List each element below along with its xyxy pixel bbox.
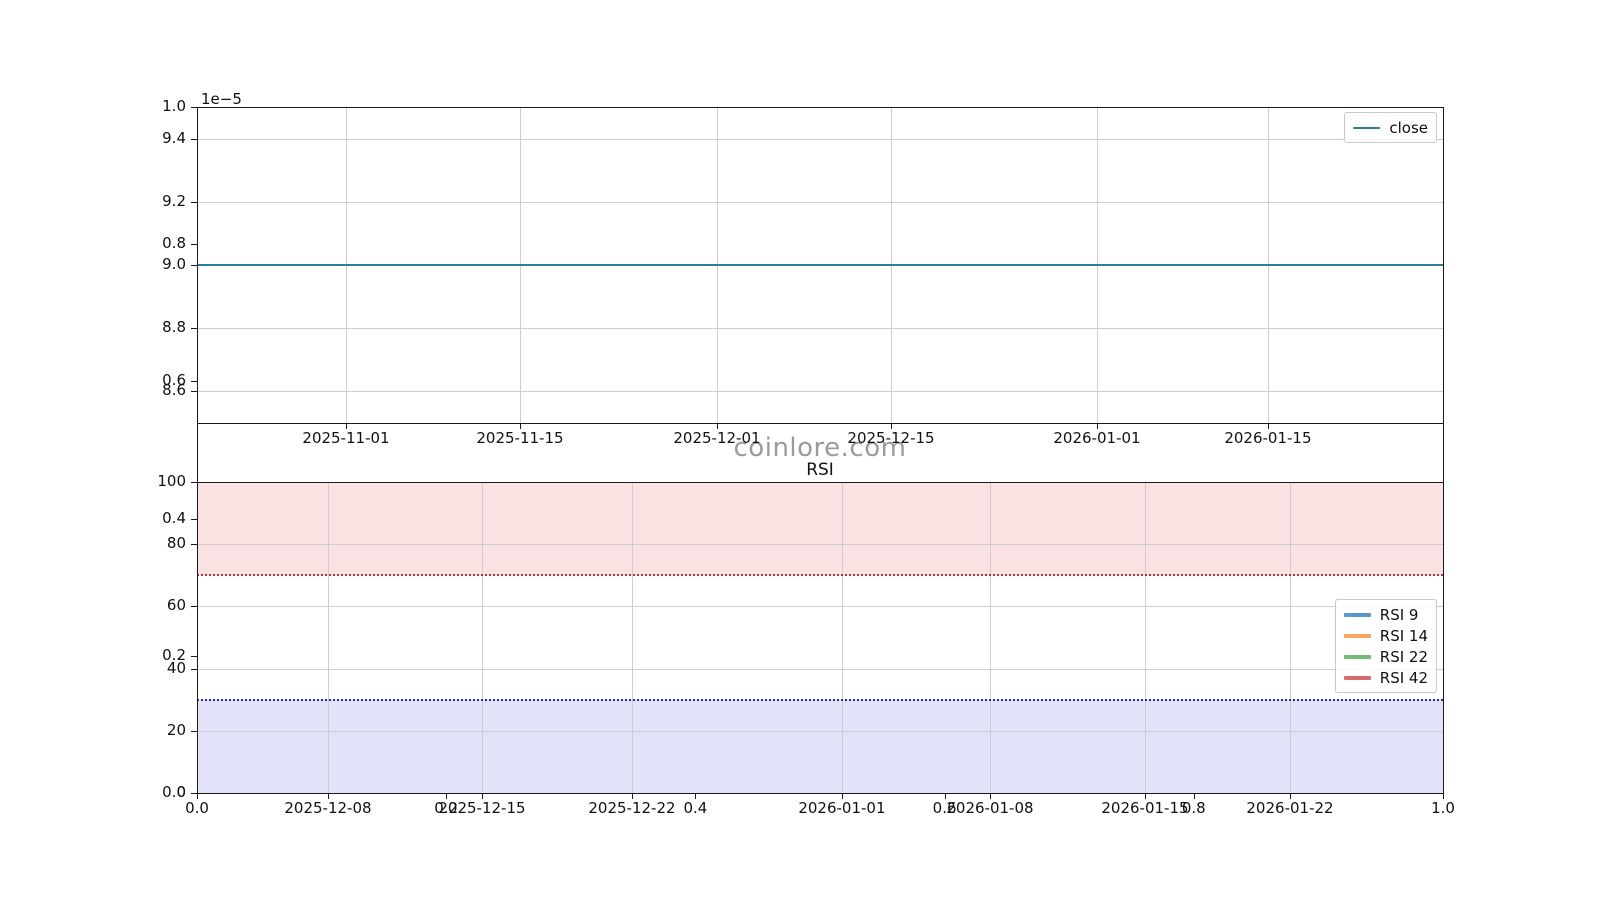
legend-item: close	[1353, 117, 1428, 138]
y-tick-mark	[191, 201, 197, 203]
y-tick-mark	[191, 391, 197, 393]
oversold-zone	[197, 699, 1443, 793]
overlay-y-tick-label: 0.0	[162, 783, 186, 801]
price-x-tick-label: 2025-11-01	[302, 429, 390, 447]
h-gridline	[197, 328, 1443, 330]
price-x-tick-label: 2025-11-15	[476, 429, 564, 447]
price-legend: close	[1344, 112, 1437, 143]
rsi-y-tick-label: 60	[166, 596, 186, 615]
series-line-close	[197, 264, 1443, 266]
price-x-tick-label: 2025-12-15	[847, 429, 935, 447]
overlay-y-tick-label: 0.2	[162, 645, 186, 664]
y-tick-mark	[191, 518, 197, 520]
price-y-tick-label: 9.4	[162, 128, 186, 147]
price-y-tick-label: 9.0	[162, 255, 186, 273]
y-tick-mark	[191, 244, 197, 246]
price-x-tick-label: 2026-01-01	[1053, 429, 1141, 447]
y-tick-mark	[191, 328, 197, 330]
h-gridline	[197, 793, 1443, 794]
h-gridline	[197, 730, 1443, 732]
v-gridline	[481, 482, 483, 793]
overlay-y-tick-label: 0.8	[162, 234, 186, 253]
rsi-x-tick-label: 2025-12-22	[588, 799, 676, 817]
y-tick-mark	[191, 655, 197, 657]
h-gridline	[197, 606, 1443, 608]
overlay-x-tick-label: 0.4	[683, 799, 708, 817]
y-tick-mark	[191, 482, 197, 483]
h-gridline	[197, 391, 1443, 393]
legend-line-swatch	[1343, 675, 1371, 680]
legend-label: RSI 42	[1379, 668, 1428, 687]
h-gridline	[197, 482, 1443, 483]
v-gridline	[841, 482, 843, 793]
overlay-x-tick-label: 0.8	[1181, 799, 1206, 817]
rsi-x-tick-label: 2026-01-01	[798, 799, 886, 817]
y-tick-mark	[191, 730, 197, 732]
legend-line-swatch	[1343, 612, 1371, 617]
h-gridline	[197, 201, 1443, 203]
v-gridline	[631, 482, 633, 793]
v-gridline	[327, 482, 329, 793]
legend-label: RSI 14	[1379, 626, 1428, 645]
rsi-legend: RSI 9 RSI 14 RSI 22 RSI 42	[1334, 599, 1437, 693]
price-y-tick-label: 8.8	[162, 318, 186, 337]
chart-root: 9.4 9.2 9.0 8.8 8.6 2025-11-01 2025-11-15 2025-…	[0, 0, 1600, 900]
rsi-y-tick-label: 100	[157, 472, 186, 490]
overlay-x-tick-label: 0.2	[434, 799, 459, 817]
rsi-y-tick-label: 20	[166, 720, 186, 739]
threshold-line-30	[197, 698, 1443, 701]
legend-label: RSI 9	[1379, 605, 1419, 624]
legend-item: RSI 14	[1343, 625, 1428, 646]
y-tick-mark	[191, 138, 197, 140]
y-tick-mark	[191, 668, 197, 670]
y-tick-mark	[191, 107, 197, 108]
overlay-x-tick-label: 1.0	[1431, 799, 1455, 817]
price-y-tick-label: 9.2	[162, 191, 186, 210]
h-gridline	[197, 668, 1443, 670]
v-gridline	[989, 482, 991, 793]
overlay-axes-frame	[197, 107, 1444, 794]
legend-line-swatch	[1343, 633, 1371, 638]
rsi-x-tick-label: 2026-01-22	[1246, 799, 1334, 817]
legend-item: RSI 22	[1343, 646, 1428, 667]
price-x-tick-label: 2026-01-15	[1224, 429, 1312, 447]
legend-line-swatch	[1343, 654, 1371, 659]
h-gridline	[197, 138, 1443, 140]
h-gridline	[197, 544, 1443, 546]
legend-label: close	[1389, 118, 1428, 137]
overlay-y-tick-label: 0.4	[162, 508, 186, 527]
overlay-x-tick-label: 0.6	[932, 799, 957, 817]
overlay-y-tick-label: 1.0	[162, 97, 186, 115]
y-tick-mark	[191, 544, 197, 546]
rsi-x-tick-label: 2026-01-08	[946, 799, 1034, 817]
y-tick-mark	[191, 265, 197, 266]
rsi-y-tick-label: 80	[166, 534, 186, 553]
v-gridline	[1144, 482, 1146, 793]
overbought-zone	[197, 482, 1443, 576]
overlay-y-tick-label: 0.6	[162, 371, 186, 390]
figure: 1e−5 coinlore.com RSI 9.4 9.2 9.0 8.8 8.6 202…	[0, 0, 1600, 900]
overlay-x-tick-label: 0.0	[185, 799, 209, 817]
v-gridline	[1289, 482, 1291, 793]
legend-line-swatch	[1353, 126, 1381, 129]
legend-label: RSI 22	[1379, 647, 1428, 666]
rsi-x-tick-label: 2025-12-08	[284, 799, 372, 817]
legend-item: RSI 9	[1343, 604, 1428, 625]
rsi-x-tick-label: 2026-01-15	[1101, 799, 1189, 817]
legend-item: RSI 42	[1343, 667, 1428, 688]
y-tick-mark	[191, 381, 197, 383]
threshold-line-70	[197, 574, 1443, 577]
price-x-tick-label: 2025-12-01	[673, 429, 761, 447]
y-tick-mark	[191, 606, 197, 608]
